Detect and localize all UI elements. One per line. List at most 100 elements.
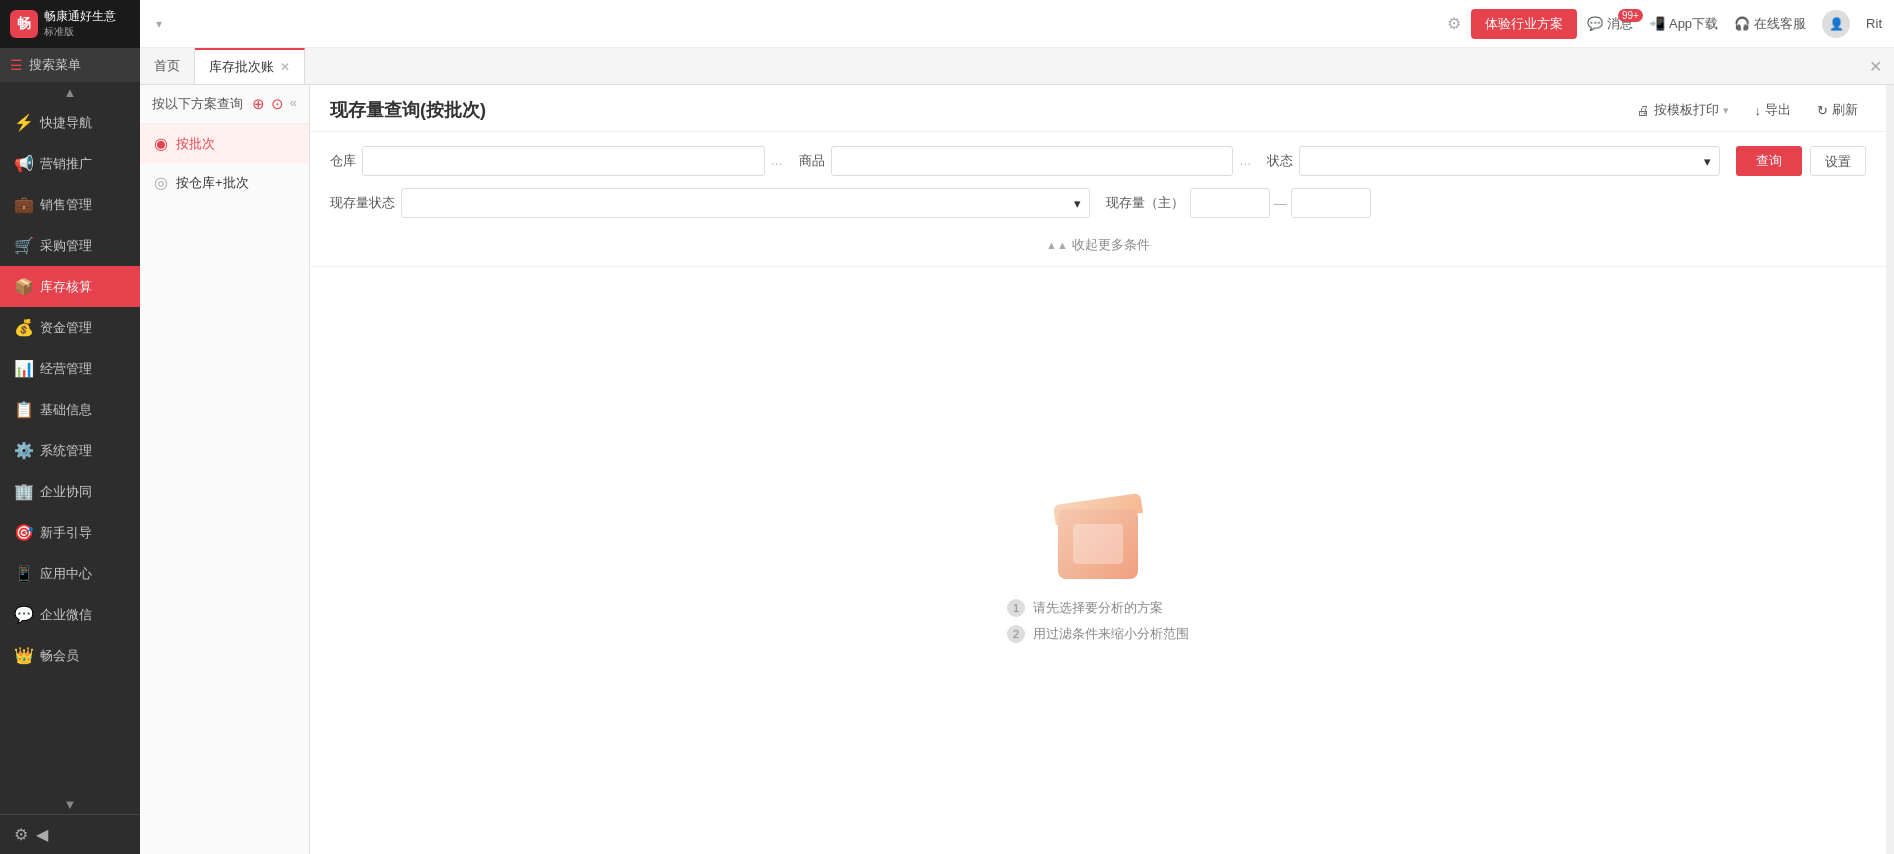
warehouse-input[interactable] [362, 146, 765, 176]
wechat-icon: 💬 [14, 605, 32, 624]
filter-area: 仓库 … 商品 … 状态 ▾ [310, 132, 1886, 267]
warehouse-label: 仓库 [330, 152, 356, 170]
appstore-icon: 📱 [14, 564, 32, 583]
topbar: ▾ ⚙ 体验行业方案 💬 消息 99+ 📲 App下载 🎧 在线客服 👤 Rit [140, 0, 1894, 48]
sidebar-item-label: 应用中心 [40, 565, 92, 583]
collapse-sidebar-icon[interactable]: ◀ [36, 825, 48, 844]
sidebar-item-basic[interactable]: 📋 基础信息 [0, 389, 140, 430]
topbar-right: 💬 消息 99+ 📲 App下载 🎧 在线客服 👤 Rit [1587, 10, 1882, 38]
sidebar-item-label: 营销推广 [40, 155, 92, 173]
breadcrumb-dropdown-icon[interactable]: ▾ [156, 17, 162, 31]
purchase-icon: 🛒 [14, 236, 32, 255]
app-title: 畅康通好生意 [44, 9, 116, 25]
sidebar-item-wechat[interactable]: 💬 企业微信 [0, 594, 140, 635]
settings-button[interactable]: 设置 [1810, 146, 1866, 176]
sidebar-scroll-up[interactable]: ▲ [0, 82, 140, 102]
tab-home[interactable]: 首页 [140, 48, 195, 84]
inventory-icon: 📦 [14, 277, 32, 296]
sidebar-item-marketing[interactable]: 📢 营销推广 [0, 143, 140, 184]
print-dropdown-icon[interactable]: ▾ [1723, 104, 1729, 117]
sidebar-item-sales[interactable]: 💼 销售管理 [0, 184, 140, 225]
sidebar-footer: ⚙ ◀ [0, 814, 140, 854]
member-icon: 👑 [14, 646, 32, 665]
collapse-more-button[interactable]: ▲▲ 收起更多条件 [330, 230, 1866, 260]
sidebar-item-inventory[interactable]: 📦 库存核算 [0, 266, 140, 307]
hint-num-2: 2 [1007, 625, 1025, 643]
add-scheme-icon[interactable]: ⊕ [252, 95, 265, 113]
filter-row-1: 仓库 … 商品 … 状态 ▾ [330, 146, 1866, 176]
sales-icon: 💼 [14, 195, 32, 214]
collapse-left-panel-icon[interactable]: « [290, 95, 297, 113]
hint-text-2: 用过滤条件来缩小分析范围 [1033, 625, 1189, 643]
stock-qty-min-input[interactable] [1190, 188, 1270, 218]
warehouse-more-icon[interactable]: … [771, 154, 783, 168]
status-select[interactable]: ▾ [1299, 146, 1720, 176]
tab-close-icon[interactable]: ✕ [280, 60, 290, 74]
sidebar-item-quick[interactable]: ⚡ 快捷导航 [0, 102, 140, 143]
sidebar-search[interactable]: ☰ 搜索菜单 [0, 48, 140, 82]
goods-input[interactable] [831, 146, 1234, 176]
topbar-settings-icon[interactable]: ⚙ [1447, 14, 1461, 33]
stock-status-select[interactable]: ▾ [401, 188, 1090, 218]
sidebar-item-newbie[interactable]: 🎯 新手引导 [0, 512, 140, 553]
scheme-batch-label: 按批次 [176, 135, 215, 153]
app-subtitle: 标准版 [44, 25, 116, 39]
username-label[interactable]: Rit [1866, 16, 1882, 31]
sidebar-item-system[interactable]: ⚙️ 系统管理 [0, 430, 140, 471]
stock-qty-field: 现存量（主） — [1106, 188, 1866, 218]
query-button[interactable]: 查询 [1736, 146, 1802, 176]
newbie-icon: 🎯 [14, 523, 32, 542]
search-menu-label: 搜索菜单 [29, 56, 81, 74]
sidebar-item-operation[interactable]: 📊 经营管理 [0, 348, 140, 389]
print-button[interactable]: 🖨 按模板打印 ▾ [1629, 97, 1737, 123]
left-panel: 按以下方案查询 ⊕ ⊙ « ◉ 按批次 ◎ 按仓库+批次 [140, 85, 310, 854]
right-panel: 现存量查询(按批次) 🖨 按模板打印 ▾ ↓ 导出 ↻ 刷新 [310, 85, 1886, 854]
sidebar-item-label: 资金管理 [40, 319, 92, 337]
service-icon: 🎧 [1734, 16, 1750, 31]
tabbar-close-button[interactable]: ✕ [1857, 57, 1894, 76]
stock-status-dropdown-icon: ▾ [1074, 196, 1081, 211]
print-icon: 🖨 [1637, 103, 1650, 118]
breadcrumb: ▾ [152, 17, 1437, 31]
sidebar-item-label: 经营管理 [40, 360, 92, 378]
sidebar-item-label: 畅会员 [40, 647, 79, 665]
empty-box-inner [1073, 524, 1123, 564]
tab-inventory-batch[interactable]: 库存批次账 ✕ [195, 48, 305, 84]
message-button[interactable]: 💬 消息 99+ [1587, 15, 1633, 33]
filter-buttons: 查询 设置 [1736, 146, 1866, 176]
quick-icon: ⚡ [14, 113, 32, 132]
left-panel-actions: ⊕ ⊙ « [252, 95, 297, 113]
export-button[interactable]: ↓ 导出 [1747, 97, 1800, 123]
refresh-button[interactable]: ↻ 刷新 [1809, 97, 1866, 123]
settings-footer-icon[interactable]: ⚙ [14, 825, 28, 844]
stock-qty-range: — [1190, 188, 1866, 218]
stock-qty-max-input[interactable] [1291, 188, 1371, 218]
scheme-settings-icon[interactable]: ⊙ [271, 95, 284, 113]
app-label: App下载 [1669, 15, 1718, 33]
sidebar-item-member[interactable]: 👑 畅会员 [0, 635, 140, 676]
sidebar-item-finance[interactable]: 💰 资金管理 [0, 307, 140, 348]
goods-more-icon[interactable]: … [1239, 154, 1251, 168]
app-download-button[interactable]: 📲 App下载 [1649, 15, 1718, 33]
sidebar-scroll-down[interactable]: ▼ [0, 794, 140, 814]
trial-button[interactable]: 体验行业方案 [1471, 9, 1577, 39]
status-dropdown-icon: ▾ [1704, 154, 1711, 169]
enterprise-icon: 🏢 [14, 482, 32, 501]
stock-qty-label: 现存量（主） [1106, 194, 1184, 212]
page-header-actions: 🖨 按模板打印 ▾ ↓ 导出 ↻ 刷新 [1629, 97, 1867, 123]
service-button[interactable]: 🎧 在线客服 [1734, 15, 1806, 33]
left-panel-header: 按以下方案查询 ⊕ ⊙ « [140, 85, 309, 124]
basic-icon: 📋 [14, 400, 32, 419]
operation-icon: 📊 [14, 359, 32, 378]
stock-status-field: 现存量状态 ▾ [330, 188, 1090, 218]
sidebar-item-appstore[interactable]: 📱 应用中心 [0, 553, 140, 594]
sidebar-item-enterprise[interactable]: 🏢 企业协同 [0, 471, 140, 512]
sidebar-item-purchase[interactable]: 🛒 采购管理 [0, 225, 140, 266]
app-icon: 📲 [1649, 16, 1665, 31]
page-content: 按以下方案查询 ⊕ ⊙ « ◉ 按批次 ◎ 按仓库+批次 现存量查询(按批次) [140, 85, 1894, 854]
tab-home-label: 首页 [154, 57, 180, 75]
sidebar-logo: 畅 [10, 10, 38, 38]
scheme-batch[interactable]: ◉ 按批次 [140, 124, 309, 163]
sidebar-item-label: 销售管理 [40, 196, 92, 214]
scheme-warehouse-batch[interactable]: ◎ 按仓库+批次 [140, 163, 309, 202]
